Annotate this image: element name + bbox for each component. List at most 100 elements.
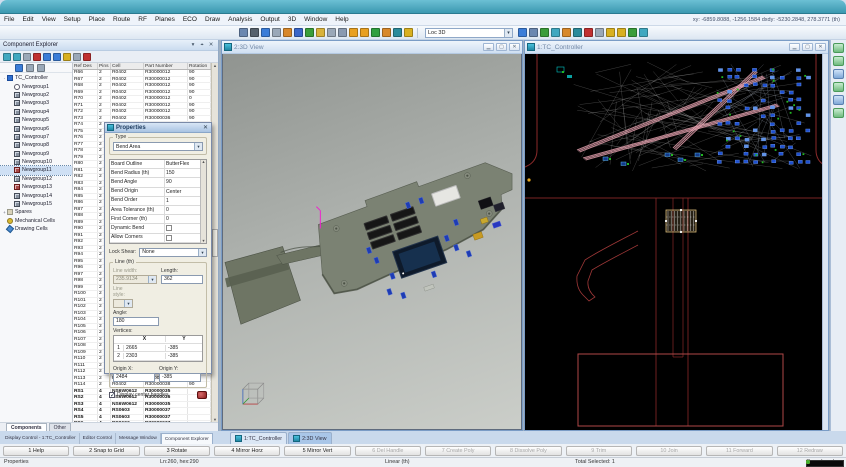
- tune-icon[interactable]: [404, 28, 413, 37]
- chevron-down-icon[interactable]: ▾: [504, 28, 512, 37]
- menu-item[interactable]: Help: [331, 16, 352, 23]
- function-key-button[interactable]: 7 Create Poly: [424, 445, 492, 456]
- redo-icon[interactable]: [272, 28, 281, 37]
- close-icon[interactable]: ✕: [509, 43, 520, 51]
- search-icon[interactable]: [250, 28, 259, 37]
- view-control-icon[interactable]: [833, 95, 844, 105]
- close-icon[interactable]: ✕: [207, 41, 215, 49]
- close-icon[interactable]: ✕: [203, 124, 209, 131]
- property-value[interactable]: [165, 234, 200, 241]
- window-tab[interactable]: 1:TC_Controller: [230, 432, 288, 444]
- tree-item[interactable]: Newgroup5: [0, 116, 72, 124]
- menu-item[interactable]: RF: [134, 16, 151, 23]
- 3d-viewport[interactable]: [222, 54, 522, 430]
- table-scrollbar[interactable]: ▲ ▼: [211, 63, 218, 422]
- grid-view-icon[interactable]: [15, 64, 23, 72]
- menu-item[interactable]: Window: [300, 16, 331, 23]
- list-icon[interactable]: [595, 28, 604, 37]
- property-value[interactable]: 90: [165, 179, 200, 185]
- grid-icon[interactable]: [305, 28, 314, 37]
- maximize-icon[interactable]: ▢: [496, 43, 507, 51]
- table-header[interactable]: Ref Des Pins Cell Part Number Rotation: [73, 63, 211, 70]
- property-value[interactable]: Center: [165, 189, 200, 195]
- property-value[interactable]: [165, 225, 200, 232]
- check-icon[interactable]: [573, 28, 582, 37]
- maximize-icon[interactable]: ▢: [802, 43, 813, 51]
- menu-item[interactable]: File: [0, 16, 18, 23]
- menu-item[interactable]: Setup: [60, 16, 85, 23]
- menu-item[interactable]: Route: [109, 16, 134, 23]
- view-control-icon[interactable]: [833, 82, 844, 92]
- angle-input[interactable]: 180: [113, 316, 159, 326]
- vertex-row[interactable]: 2 2303 -385: [114, 352, 202, 361]
- layout-scrollbar[interactable]: [822, 54, 828, 430]
- pan-icon[interactable]: [518, 28, 527, 37]
- arrow-down-icon[interactable]: [53, 52, 61, 61]
- loc-combo[interactable]: Loc 3D ▾: [425, 27, 513, 38]
- view-control-icon[interactable]: [833, 69, 844, 79]
- tree-item[interactable]: Newgroup10: [0, 158, 72, 166]
- property-value[interactable]: 1: [165, 198, 200, 204]
- length-input[interactable]: 362: [161, 274, 203, 284]
- align-icon[interactable]: [371, 28, 380, 37]
- tree-item[interactable]: Newgroup13: [0, 183, 72, 191]
- tree-item[interactable]: Drawing Cells: [0, 224, 72, 234]
- menu-item[interactable]: Planes: [151, 16, 179, 23]
- tree-item[interactable]: Newgroup3: [0, 99, 72, 107]
- refresh-icon[interactable]: [628, 28, 637, 37]
- tree-item[interactable]: Newgroup7: [0, 133, 72, 141]
- copy-icon[interactable]: [316, 28, 325, 37]
- panel-tab[interactable]: Editor Control: [80, 433, 116, 444]
- place-part-icon[interactable]: [283, 28, 292, 37]
- function-key-button[interactable]: 3 Rotate: [143, 445, 210, 456]
- hazard-icon[interactable]: [606, 28, 615, 37]
- tree-item[interactable]: Newgroup1: [0, 82, 72, 90]
- view-control-icon[interactable]: [833, 43, 844, 53]
- function-key-button[interactable]: 5 Mirror Vert: [284, 445, 351, 456]
- fit-icon[interactable]: [540, 28, 549, 37]
- chevron-down-icon[interactable]: ▾: [194, 143, 202, 150]
- function-key-button[interactable]: 11 Forward: [706, 445, 773, 456]
- arrow-up-icon[interactable]: [43, 52, 51, 61]
- os-titlebar[interactable]: [0, 0, 846, 14]
- tree-item[interactable]: Newgroup9: [0, 150, 72, 158]
- menu-item[interactable]: Draw: [201, 16, 224, 23]
- tree-item[interactable]: Newgroup6: [0, 124, 72, 132]
- tree-item[interactable]: + Spares: [0, 208, 72, 216]
- view-control-icon[interactable]: [833, 56, 844, 66]
- view-icon[interactable]: [551, 28, 560, 37]
- origin-x-input[interactable]: 2484: [113, 372, 155, 382]
- nav-icon[interactable]: [639, 28, 648, 37]
- menu-item[interactable]: View: [38, 16, 60, 23]
- function-key-button[interactable]: 8 Dissolve Poly: [495, 445, 562, 456]
- explorer-tab[interactable]: Other: [48, 423, 72, 431]
- paste-icon[interactable]: [327, 28, 336, 37]
- layers-icon[interactable]: [562, 28, 571, 37]
- view-control-icon[interactable]: [833, 108, 844, 118]
- anchor-icon[interactable]: [33, 52, 41, 61]
- drc-icon[interactable]: [584, 28, 593, 37]
- property-value[interactable]: 0: [165, 216, 200, 222]
- function-key-button[interactable]: 12 Redraw: [776, 445, 843, 456]
- panel-tab[interactable]: Component Explorer: [160, 433, 213, 444]
- pin-icon[interactable]: ⌖: [198, 41, 206, 49]
- pin-icon[interactable]: [23, 52, 31, 61]
- property-value[interactable]: 150: [165, 170, 200, 176]
- function-key-button[interactable]: 9 Trim: [565, 445, 632, 456]
- explorer-tab[interactable]: Components: [6, 423, 47, 431]
- menu-item[interactable]: Edit: [18, 16, 37, 23]
- function-key-button[interactable]: 2 Snap to Grid: [73, 445, 140, 456]
- chevron-down-icon[interactable]: ▾: [198, 248, 206, 256]
- move-icon[interactable]: [349, 28, 358, 37]
- window2-icon[interactable]: [13, 52, 21, 61]
- checkbox[interactable]: [166, 225, 172, 232]
- function-key-button[interactable]: 4 Mirror Horz: [213, 445, 281, 456]
- function-key-button[interactable]: 6 Del Handle: [354, 445, 421, 456]
- push-icon[interactable]: [382, 28, 391, 37]
- dialog-titlebar[interactable]: Properties ✕: [105, 123, 211, 133]
- menu-item[interactable]: Output: [256, 16, 284, 23]
- menu-item[interactable]: ECO: [179, 16, 201, 23]
- warning-icon[interactable]: [617, 28, 626, 37]
- tree-item[interactable]: Newgroup11: [0, 165, 72, 176]
- tree-item[interactable]: Newgroup14: [0, 191, 72, 199]
